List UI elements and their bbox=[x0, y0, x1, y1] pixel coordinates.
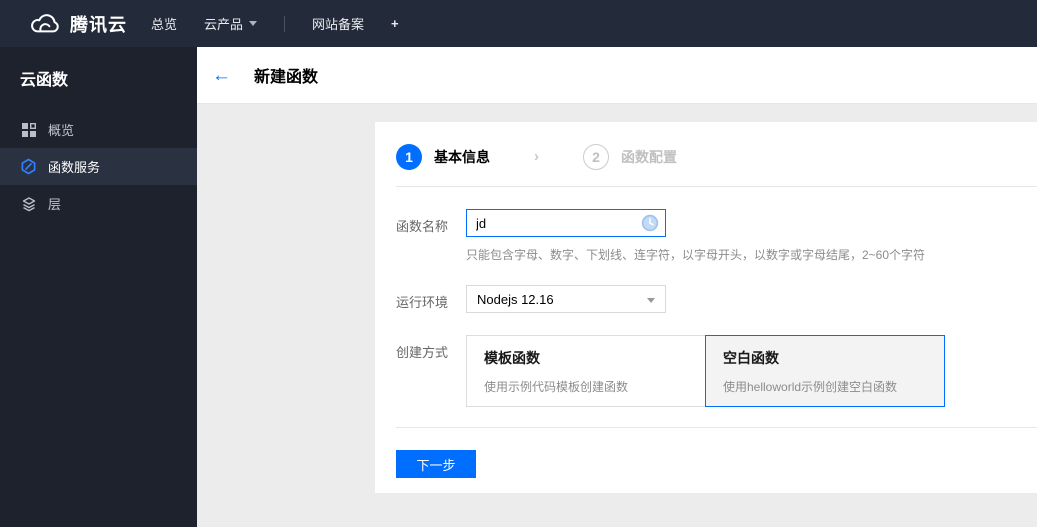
nav-icp-record[interactable]: 网站备案 bbox=[312, 14, 364, 33]
next-step-button[interactable]: 下一步 bbox=[396, 450, 476, 478]
content-area: 1 基本信息 › 2 函数配置 函数名称 jd 只能包含字母、数字、下划线、连字… bbox=[197, 105, 1037, 527]
top-navbar: 腾讯云 总览 云产品 网站备案 + bbox=[0, 0, 1037, 47]
chevron-down-icon bbox=[249, 21, 258, 26]
function-name-hint: 只能包含字母、数字、下划线、连字符，以字母开头，以数字或字母结尾，2~60个字符 bbox=[466, 248, 926, 262]
brand-name: 腾讯云 bbox=[70, 14, 127, 35]
method-card-desc: 使用helloworld示例创建空白函数 bbox=[723, 380, 898, 394]
tencent-cloud-logo-icon bbox=[27, 12, 61, 36]
runtime-selected-value: Nodejs 12.16 bbox=[477, 291, 554, 307]
method-card-title: 模板函数 bbox=[484, 350, 540, 366]
sidebar-item-function-service[interactable]: 函数服务 bbox=[0, 148, 197, 185]
function-name-label: 函数名称 bbox=[396, 219, 449, 234]
layers-icon bbox=[20, 195, 37, 212]
creation-method-row: 创建方式 模板函数 使用示例代码模板创建函数 空白函数 使用helloworld… bbox=[396, 335, 1037, 407]
basic-info-form: 函数名称 只能包含字母、数字、下划线、连字符，以字母开头，以数字或字母结尾，2 bbox=[396, 209, 1037, 407]
back-arrow-icon[interactable]: ← bbox=[212, 66, 231, 85]
nav-overview-label: 总览 bbox=[151, 17, 178, 32]
creation-method-label: 创建方式 bbox=[396, 345, 449, 360]
function-name-row: 函数名称 只能包含字母、数字、下划线、连字符，以字母开头，以数字或字母结尾，2 bbox=[396, 209, 1037, 263]
step-2-circle: 2 bbox=[583, 143, 609, 170]
scf-icon bbox=[20, 158, 37, 175]
step-2-label: 函数配置 bbox=[621, 148, 677, 165]
sidebar-item-overview[interactable]: 概览 bbox=[0, 111, 197, 148]
runtime-label: 运行环境 bbox=[396, 295, 449, 310]
grid-icon bbox=[20, 121, 37, 138]
chevron-down-icon bbox=[647, 298, 655, 303]
step-indicator: 1 基本信息 › 2 函数配置 bbox=[396, 143, 1037, 170]
validating-clock-icon bbox=[641, 214, 659, 232]
method-card-title: 空白函数 bbox=[723, 350, 779, 366]
brand[interactable]: 腾讯云 bbox=[0, 11, 127, 37]
method-card-desc: 使用示例代码模板创建函数 bbox=[484, 380, 629, 394]
nav-add-tab-button[interactable]: + bbox=[391, 16, 399, 31]
sidebar-title: 云函数 bbox=[20, 72, 69, 89]
runtime-row: 运行环境 Nodejs 12.16 bbox=[396, 285, 1037, 313]
steps-separator bbox=[396, 186, 1037, 187]
page-title: 新建函数 bbox=[254, 69, 319, 86]
sidebar-item-label: 层 bbox=[48, 197, 62, 212]
nav-cloud-products[interactable]: 云产品 bbox=[204, 14, 258, 33]
sidebar-menu: 概览 函数服务 层 bbox=[0, 111, 197, 222]
create-function-card: 1 基本信息 › 2 函数配置 函数名称 jd 只能包含字母、数字、下划线、连字… bbox=[375, 122, 1037, 493]
nav-icp-record-label: 网站备案 bbox=[312, 17, 365, 32]
nav-cloud-products-label: 云产品 bbox=[204, 17, 244, 32]
sidebar: 云函数 概览 函数服务 层 bbox=[0, 47, 197, 527]
step-1-label: 基本信息 bbox=[434, 148, 490, 165]
sidebar-item-label: 函数服务 bbox=[48, 160, 101, 175]
top-nav-menu: 总览 云产品 网站备案 + bbox=[151, 14, 426, 33]
sidebar-item-label: 概览 bbox=[48, 123, 75, 138]
sidebar-item-layers[interactable]: 层 bbox=[0, 185, 197, 222]
method-card-template-function[interactable]: 模板函数 使用示例代码模板创建函数 bbox=[466, 335, 706, 407]
page-header: ← 新建函数 bbox=[197, 47, 1037, 104]
runtime-select[interactable]: Nodejs 12.16 bbox=[466, 285, 666, 313]
function-name-input[interactable] bbox=[466, 209, 666, 237]
step-1-circle: 1 bbox=[396, 143, 422, 170]
step-chevron-icon: › bbox=[534, 148, 539, 165]
creation-method-options: 模板函数 使用示例代码模板创建函数 空白函数 使用helloworld示例创建空… bbox=[466, 335, 945, 407]
nav-overview[interactable]: 总览 bbox=[151, 14, 177, 33]
footer-separator bbox=[396, 427, 1037, 428]
nav-divider bbox=[284, 15, 286, 32]
method-card-blank-function[interactable]: 空白函数 使用helloworld示例创建空白函数 bbox=[705, 335, 945, 407]
plus-icon: + bbox=[391, 16, 399, 31]
function-name-input-wrap bbox=[466, 209, 666, 237]
